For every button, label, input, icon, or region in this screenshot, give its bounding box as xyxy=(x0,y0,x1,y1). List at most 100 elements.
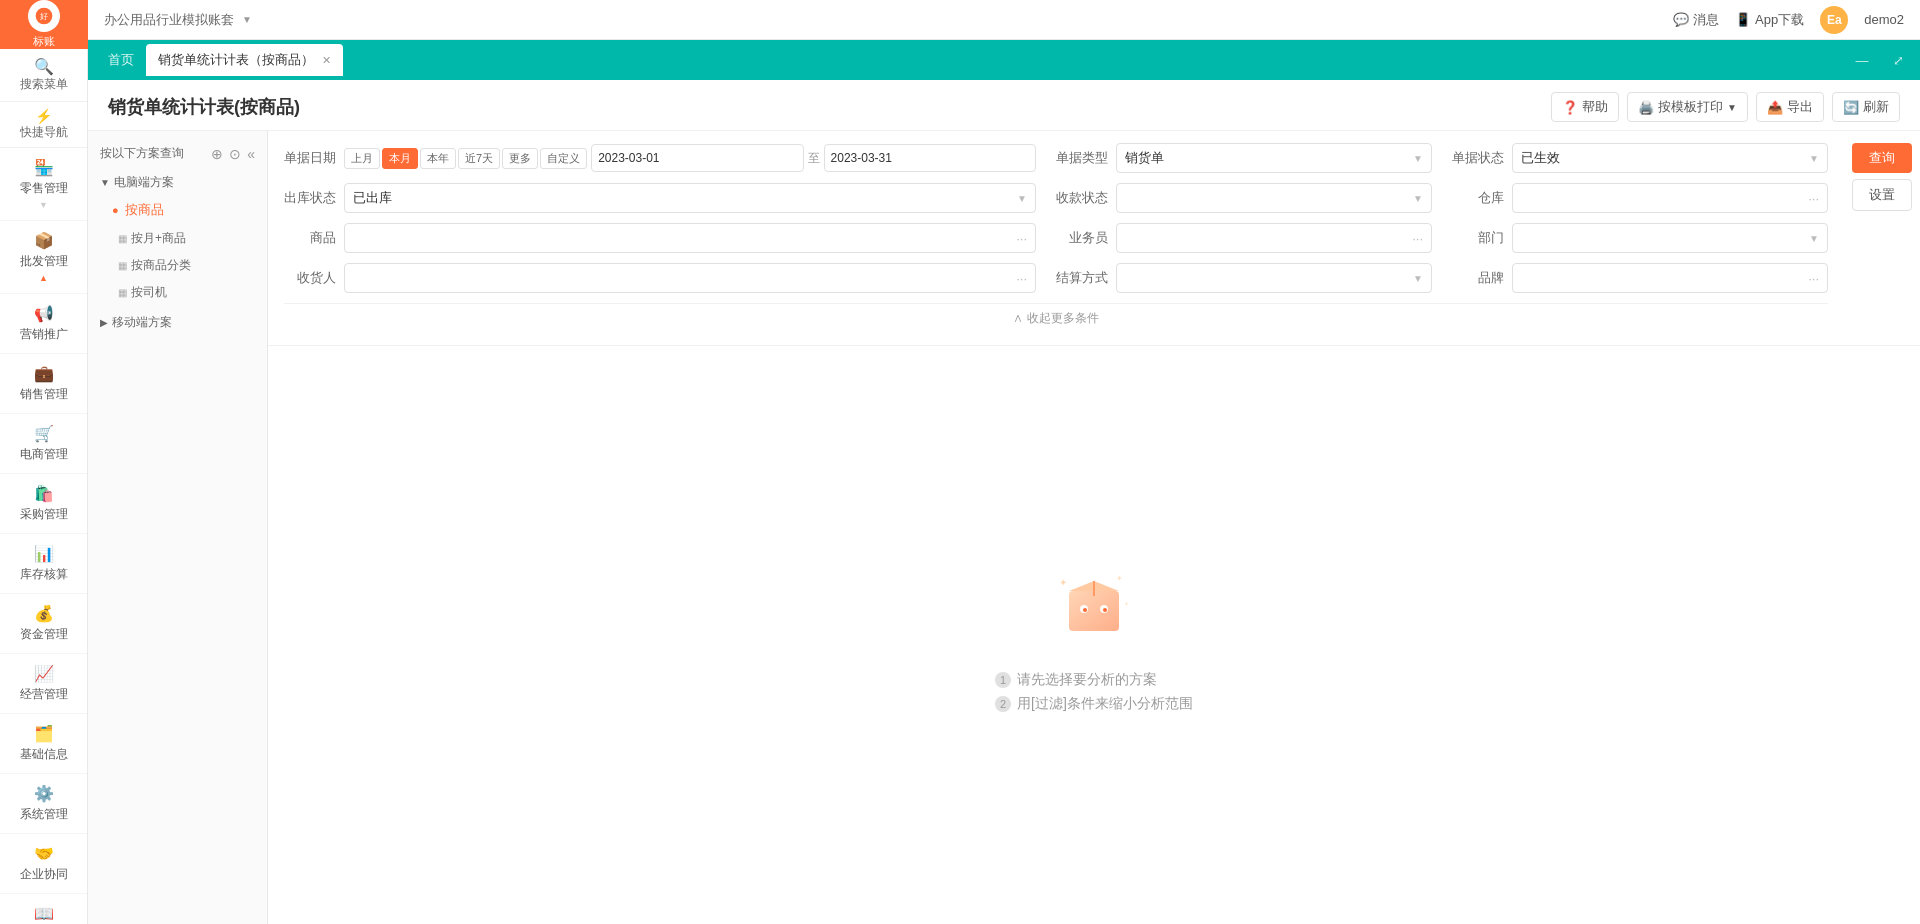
date-this-month-btn[interactable]: 本月 xyxy=(382,148,418,169)
help-btn[interactable]: ❓ 帮助 xyxy=(1551,92,1619,122)
sidebar-item-guide[interactable]: 📖 新手引导 xyxy=(0,894,87,924)
receiver-control[interactable]: ··· xyxy=(344,263,1036,293)
filter-row-1: 单据日期 上月 本月 本年 近7天 更多 自定义 xyxy=(284,143,1828,173)
filter-sub-item-month-product[interactable]: ▦ 按月+商品 xyxy=(88,225,267,252)
desktop-group-title[interactable]: ▼ 电脑端方案 xyxy=(88,170,267,195)
app-logo[interactable]: 好 标账 xyxy=(0,0,88,49)
sub-item-icon-1: ▦ xyxy=(118,233,127,244)
query-btn[interactable]: 查询 xyxy=(1852,143,1912,173)
filter-sub-item-driver[interactable]: ▦ 按司机 xyxy=(88,279,267,306)
outstatus-arrow-icon: ▼ xyxy=(1017,193,1027,204)
payment-control[interactable]: ▼ xyxy=(1116,263,1432,293)
sidebar-search[interactable]: 🔍 按以下方案查询 帮助 搜索菜单 xyxy=(0,49,87,102)
filter-field-dept: 部门 ▼ xyxy=(1452,223,1828,253)
product-label: 商品 xyxy=(284,229,344,247)
sidebar-item-wholesale[interactable]: 📦 批发管理 ▲ xyxy=(0,221,87,294)
sidebar-item-marketing[interactable]: 📢 营销推广 xyxy=(0,294,87,354)
outstatus-label: 出库状态 xyxy=(284,189,344,207)
settings-scheme-icon[interactable]: ⊙ xyxy=(229,146,241,162)
date-to-input[interactable] xyxy=(824,144,1036,172)
filter-item-by-product[interactable]: ● 按商品 xyxy=(88,195,267,225)
app-download-btn[interactable]: 📱 App下载 xyxy=(1735,11,1804,29)
left-sidebar: 好 标账 🔍 按以下方案查询 帮助 搜索菜单 ⚡ 快捷导航 🏪 零售管理 ▼ 📦… xyxy=(0,0,88,924)
filter-panel: 单据日期 上月 本月 本年 近7天 更多 自定义 xyxy=(268,131,1920,346)
tab-active-label: 销货单统计计表（按商品） xyxy=(158,51,314,69)
industry-dropdown-arrow[interactable]: ▼ xyxy=(242,14,252,25)
sidebar-item-ecommerce[interactable]: 🛒 电商管理 xyxy=(0,414,87,474)
sidebar-quick-nav[interactable]: ⚡ 快捷导航 xyxy=(0,102,87,148)
product-control[interactable]: ··· xyxy=(344,223,1036,253)
empty-hint-2: 2 用[过滤]条件来缩小分析范围 xyxy=(995,695,1193,713)
tab-maximize-btn[interactable]: ⤢ xyxy=(1884,46,1912,74)
docstatus-control[interactable]: 已生效 ▼ xyxy=(1512,143,1828,173)
warehouse-dots-icon: ··· xyxy=(1808,191,1819,206)
filter-group-mobile: ▶ 移动端方案 xyxy=(88,310,267,339)
export-btn[interactable]: 📤 导出 xyxy=(1756,92,1824,122)
filter-field-salesman: 业务员 ··· xyxy=(1056,223,1432,253)
sidebar-item-basic[interactable]: 🗂️ 基础信息 xyxy=(0,714,87,774)
sidebar-item-system[interactable]: ⚙️ 系统管理 xyxy=(0,774,87,834)
sidebar-item-sales[interactable]: 💼 销售管理 xyxy=(0,354,87,414)
print-btn[interactable]: 🖨️ 按模板打印 ▼ xyxy=(1627,92,1748,122)
date-from-input[interactable] xyxy=(591,144,803,172)
mobile-group-title[interactable]: ▶ 移动端方案 xyxy=(88,310,267,335)
filter-field-date: 单据日期 上月 本月 本年 近7天 更多 自定义 xyxy=(284,144,1036,172)
avatar[interactable]: Ea xyxy=(1820,6,1848,34)
desktop-group-arrow: ▼ xyxy=(100,177,110,188)
svg-text:✦: ✦ xyxy=(1116,574,1123,583)
collectstatus-control[interactable]: ▼ xyxy=(1116,183,1432,213)
tab-close-btn[interactable]: ✕ xyxy=(322,54,331,67)
outstatus-control[interactable]: 已出库 ▼ xyxy=(344,183,1036,213)
filter-sub-item-category[interactable]: ▦ 按商品分类 xyxy=(88,252,267,279)
date-more-btn[interactable]: 更多 xyxy=(502,148,538,169)
sidebar-item-operations[interactable]: 📈 经营管理 xyxy=(0,654,87,714)
help-icon: ❓ xyxy=(1562,100,1578,115)
doctype-arrow-icon: ▼ xyxy=(1413,153,1423,164)
brand-dots-icon: ··· xyxy=(1808,271,1819,286)
filter-field-receiver: 收货人 ··· xyxy=(284,263,1036,293)
sidebar-item-enterprise[interactable]: 🤝 企业协同 xyxy=(0,834,87,894)
collectstatus-arrow-icon: ▼ xyxy=(1413,193,1423,204)
empty-hint-1: 1 请先选择要分析的方案 xyxy=(995,671,1193,689)
payment-label: 结算方式 xyxy=(1056,269,1116,287)
sidebar-item-purchase[interactable]: 🛍️ 采购管理 xyxy=(0,474,87,534)
refresh-btn[interactable]: 🔄 刷新 xyxy=(1832,92,1900,122)
filter-sidebar-icons: ⊕ ⊙ « xyxy=(211,146,255,162)
sidebar-item-inventory[interactable]: 📊 库存核算 xyxy=(0,534,87,594)
industry-name[interactable]: 办公用品行业模拟账套 xyxy=(104,11,234,29)
date-this-year-btn[interactable]: 本年 xyxy=(420,148,456,169)
doctype-control[interactable]: 销货单 ▼ xyxy=(1116,143,1432,173)
date-label: 单据日期 xyxy=(284,149,344,167)
collapse-sidebar-icon[interactable]: « xyxy=(247,146,255,162)
date-last-month-btn[interactable]: 上月 xyxy=(344,148,380,169)
message-btn[interactable]: 💬 消息 xyxy=(1673,11,1719,29)
doctype-label: 单据类型 xyxy=(1056,149,1116,167)
filter-row-2: 出库状态 已出库 ▼ 收款状态 ▼ xyxy=(284,183,1828,213)
sidebar-item-finance[interactable]: 💰 资金管理 xyxy=(0,594,87,654)
page-content: 销货单统计计表(按商品) ❓ 帮助 🖨️ 按模板打印 ▼ 📤 导出 🔄 刷 xyxy=(88,80,1920,924)
username[interactable]: demo2 xyxy=(1864,12,1904,27)
header-left: 办公用品行业模拟账套 ▼ xyxy=(104,11,252,29)
print-icon: 🖨️ xyxy=(1638,100,1654,115)
svg-text:好: 好 xyxy=(40,11,48,21)
tab-active[interactable]: 销货单统计计表（按商品） ✕ xyxy=(146,44,343,76)
tab-home[interactable]: 首页 xyxy=(96,44,146,76)
filter-field-outstatus: 出库状态 已出库 ▼ xyxy=(284,183,1036,213)
filter-field-payment: 结算方式 ▼ xyxy=(1056,263,1432,293)
collapse-more-bar[interactable]: ∧ 收起更多条件 xyxy=(284,303,1828,333)
warehouse-control[interactable]: ··· xyxy=(1512,183,1828,213)
tab-bar: 首页 销货单统计计表（按商品） ✕ — ⤢ xyxy=(88,40,1920,80)
brand-control[interactable]: ··· xyxy=(1512,263,1828,293)
date-custom-btn[interactable]: 自定义 xyxy=(540,148,587,169)
dept-arrow-icon: ▼ xyxy=(1809,233,1819,244)
receiver-label: 收货人 xyxy=(284,269,344,287)
add-scheme-icon[interactable]: ⊕ xyxy=(211,146,223,162)
setup-btn[interactable]: 设置 xyxy=(1852,179,1912,211)
tab-minimize-btn[interactable]: — xyxy=(1848,46,1876,74)
svg-point-6 xyxy=(1103,608,1107,612)
date-last7-btn[interactable]: 近7天 xyxy=(458,148,500,169)
dept-label: 部门 xyxy=(1452,229,1512,247)
sidebar-item-retail[interactable]: 🏪 零售管理 ▼ xyxy=(0,148,87,221)
dept-control[interactable]: ▼ xyxy=(1512,223,1828,253)
salesman-control[interactable]: ··· xyxy=(1116,223,1432,253)
